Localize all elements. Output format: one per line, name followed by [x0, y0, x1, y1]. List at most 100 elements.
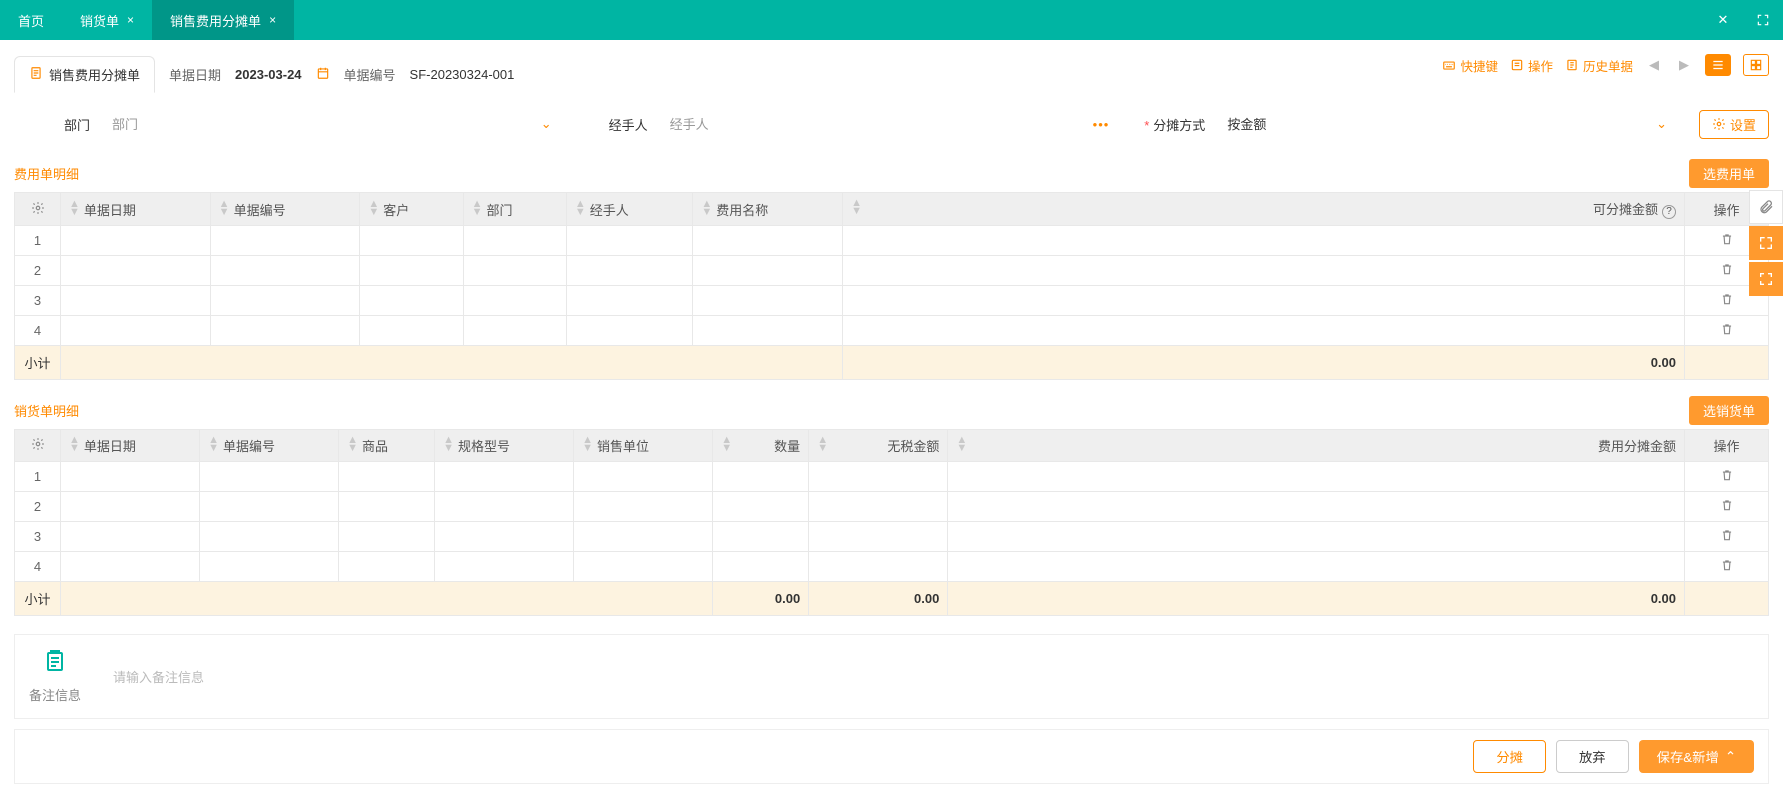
col-date[interactable]: ▲▼单据日期	[61, 193, 211, 226]
row-num: 2	[15, 256, 61, 286]
col-qty[interactable]: ▲▼数量	[713, 430, 809, 462]
table-row[interactable]: 2	[15, 492, 1769, 522]
date-value[interactable]: 2023-03-24	[235, 67, 302, 82]
shortcut-label: 快捷键	[1460, 56, 1498, 75]
row-num: 4	[15, 552, 61, 582]
subtotal-label: 小计	[15, 346, 61, 380]
remark-block: 备注信息 请输入备注信息	[14, 634, 1769, 719]
method-field[interactable]: *分摊方式 按金额 ⌄	[1129, 109, 1677, 139]
remark-label: 备注信息	[29, 685, 81, 704]
delete-icon[interactable]	[1685, 462, 1769, 492]
discard-button[interactable]: 放弃	[1556, 740, 1629, 773]
gear-icon[interactable]	[15, 193, 61, 226]
subtotal-row: 小计 0.00	[15, 346, 1769, 380]
col-num[interactable]: ▲▼单据编号	[200, 430, 339, 462]
row-num: 2	[15, 492, 61, 522]
amt-total: 0.00	[809, 582, 948, 616]
col-customer[interactable]: ▲▼客户	[360, 193, 463, 226]
gear-icon[interactable]	[15, 430, 61, 462]
date-label: 单据日期	[169, 65, 221, 84]
document-tab[interactable]: 销售费用分摊单	[14, 56, 155, 93]
dept-input[interactable]: 部门	[104, 109, 531, 139]
right-rail	[1749, 190, 1783, 296]
help-icon[interactable]: ?	[1662, 205, 1676, 219]
handler-field[interactable]: 经手人 经手人 •••	[572, 109, 1120, 139]
save-new-button[interactable]: 保存&新增⌃	[1639, 740, 1754, 773]
close-icon[interactable]: ×	[127, 13, 134, 27]
calendar-icon[interactable]	[316, 66, 330, 83]
sales-grid: ▲▼单据日期 ▲▼单据编号 ▲▼商品 ▲▼规格型号 ▲▼销售单位 ▲▼数量 ▲▼…	[14, 429, 1769, 616]
delete-icon[interactable]	[1685, 552, 1769, 582]
attachment-icon[interactable]	[1749, 190, 1783, 224]
allocate-button[interactable]: 分摊	[1473, 740, 1546, 773]
sales-section-head: 销货单明细 选销货单	[14, 396, 1769, 425]
col-unit[interactable]: ▲▼销售单位	[574, 430, 713, 462]
remark-input[interactable]: 请输入备注信息	[109, 659, 1754, 694]
expand2-icon[interactable]	[1749, 262, 1783, 296]
app-tabs: 首页 销货单 × 销售费用分摊单 × ✕	[0, 0, 1783, 40]
table-row[interactable]: 3	[15, 286, 1769, 316]
fee-section-head: 费用单明细 选费用单	[14, 159, 1769, 188]
col-fee-name[interactable]: ▲▼费用名称	[693, 193, 843, 226]
row-num: 1	[15, 226, 61, 256]
save-label: 保存&新增	[1657, 747, 1719, 766]
pick-fee-button[interactable]: 选费用单	[1689, 159, 1769, 188]
tab-home[interactable]: 首页	[0, 0, 62, 40]
view-grid-icon[interactable]	[1743, 54, 1769, 76]
footer-bar: 分摊 放弃 保存&新增⌃	[14, 729, 1769, 784]
form-row: 部门 部门 ⌄ 经手人 经手人 ••• *分摊方式 按金额 ⌄ 设置	[14, 99, 1769, 153]
close-icon[interactable]: ×	[269, 13, 276, 27]
table-row[interactable]: 1	[15, 226, 1769, 256]
table-row[interactable]: 1	[15, 462, 1769, 492]
col-handler[interactable]: ▲▼经手人	[566, 193, 692, 226]
fee-grid: ▲▼单据日期 ▲▼单据编号 ▲▼客户 ▲▼部门 ▲▼经手人 ▲▼费用名称 ▲▼可…	[14, 192, 1769, 380]
subtotal-row: 小计 0.00 0.00 0.00	[15, 582, 1769, 616]
table-row[interactable]: 4	[15, 552, 1769, 582]
handler-input[interactable]: 经手人	[662, 109, 1083, 139]
tab-label: 销货单	[80, 11, 119, 30]
tab-sales-fee-alloc[interactable]: 销售费用分摊单 ×	[152, 0, 294, 40]
subtotal-label: 小计	[15, 582, 61, 616]
view-list-icon[interactable]	[1705, 54, 1731, 76]
handler-label: 经手人	[572, 115, 662, 134]
col-alloc-amt[interactable]: ▲▼费用分摊金额	[948, 430, 1685, 462]
table-row[interactable]: 2	[15, 256, 1769, 286]
tab-label: 首页	[18, 11, 44, 30]
number-label: 单据编号	[344, 65, 396, 84]
table-row[interactable]: 4	[15, 316, 1769, 346]
nav-prev-icon[interactable]: ◀	[1645, 57, 1663, 73]
chevron-down-icon[interactable]: ⌄	[1646, 116, 1677, 132]
col-spec[interactable]: ▲▼规格型号	[435, 430, 574, 462]
col-num[interactable]: ▲▼单据编号	[210, 193, 360, 226]
dept-field[interactable]: 部门 部门 ⌄	[14, 109, 562, 139]
tab-label: 销售费用分摊单	[170, 11, 261, 30]
table-row[interactable]: 3	[15, 522, 1769, 552]
delete-icon[interactable]	[1685, 316, 1769, 346]
operate-button[interactable]: 操作	[1510, 56, 1553, 75]
delete-icon[interactable]	[1685, 522, 1769, 552]
document-header: 销售费用分摊单 单据日期 2023-03-24 单据编号 SF-20230324…	[14, 50, 1769, 99]
shortcut-button[interactable]: 快捷键	[1442, 56, 1498, 75]
expand-icon[interactable]	[1749, 226, 1783, 260]
subtotal-value: 0.00	[843, 346, 1685, 380]
document-icon	[29, 66, 43, 83]
tab-sales-order[interactable]: 销货单 ×	[62, 0, 152, 40]
more-icon[interactable]: •••	[1083, 117, 1120, 132]
settings-button[interactable]: 设置	[1699, 110, 1769, 139]
pick-sales-button[interactable]: 选销货单	[1689, 396, 1769, 425]
col-alloc-amt[interactable]: ▲▼可分摊金额?	[843, 193, 1685, 226]
method-value[interactable]: 按金额	[1219, 109, 1646, 139]
header-actions: 快捷键 操作 历史单据 ◀ ▶	[1442, 54, 1769, 76]
nav-next-icon[interactable]: ▶	[1675, 57, 1693, 73]
col-dept[interactable]: ▲▼部门	[463, 193, 566, 226]
settings-label: 设置	[1730, 115, 1756, 134]
sales-section-title: 销货单明细	[14, 401, 79, 420]
close-panel-icon[interactable]: ✕	[1703, 0, 1743, 40]
fullscreen-icon[interactable]	[1743, 0, 1783, 40]
history-button[interactable]: 历史单据	[1565, 56, 1633, 75]
col-date[interactable]: ▲▼单据日期	[61, 430, 200, 462]
chevron-down-icon[interactable]: ⌄	[531, 116, 562, 132]
delete-icon[interactable]	[1685, 492, 1769, 522]
col-amt-no-tax[interactable]: ▲▼无税金额	[809, 430, 948, 462]
col-goods[interactable]: ▲▼商品	[339, 430, 435, 462]
